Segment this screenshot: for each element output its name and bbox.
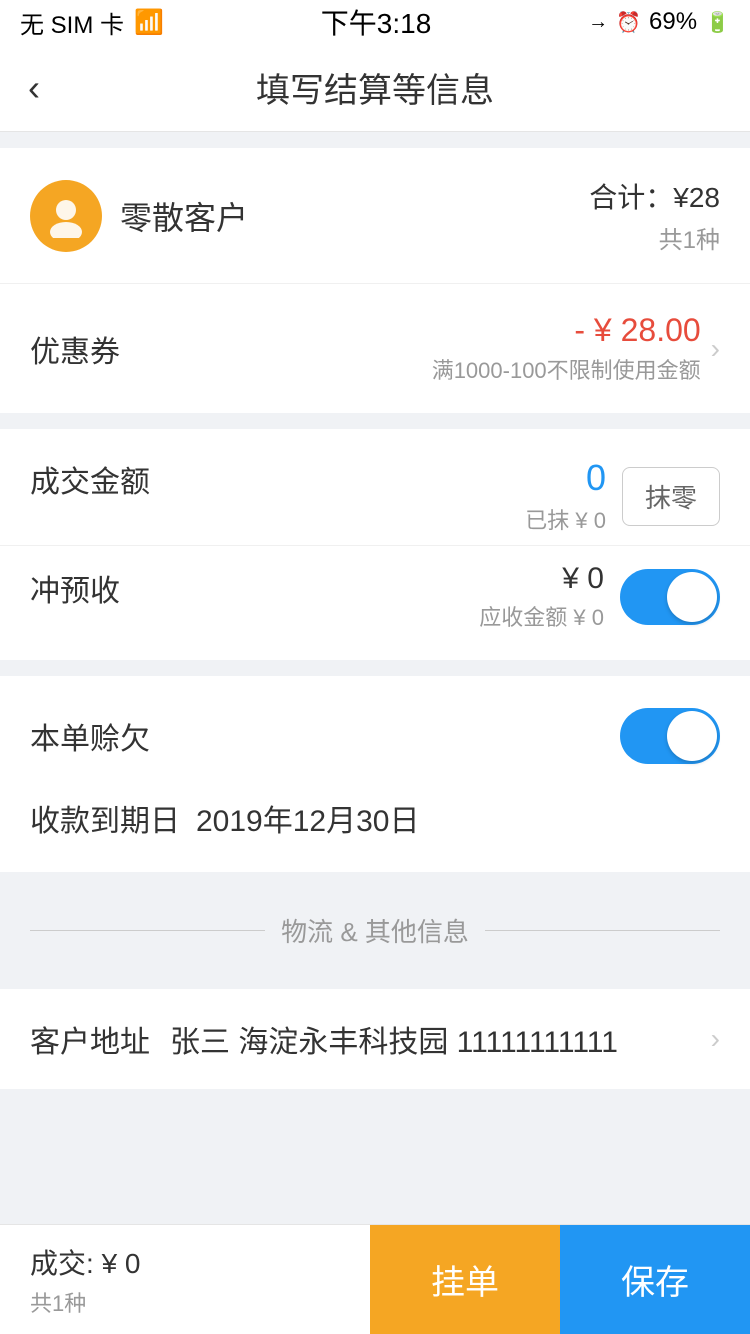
prepay-row: 冲预收 ¥ 0 应收金额 ¥ 0 <box>0 545 750 660</box>
battery-icon: 🔋 <box>705 10 730 35</box>
location-icon: → <box>588 11 608 34</box>
toggle-knob <box>667 572 717 622</box>
customer-section: 零散客户 合计：¥28 共1种 优惠券 - ¥ 28.00 满1000-100不… <box>0 148 750 413</box>
logistics-section: 物流 & 其他信息 <box>0 888 750 973</box>
amount-number: 0 <box>525 457 606 499</box>
bottom-count: 共1种 <box>30 1286 340 1318</box>
prepay-label: 冲预收 <box>30 562 120 610</box>
debt-toggle-knob <box>667 711 717 761</box>
amount-right: 0 已抹 ¥ 0 抹零 <box>525 457 720 535</box>
prepay-amount: ¥ 0 <box>479 562 604 596</box>
back-button[interactable]: ‹ <box>28 67 40 109</box>
address-label: 客户地址 <box>30 1017 150 1061</box>
deal-value: ¥ 0 <box>102 1248 141 1279</box>
coupon-value: - ¥ 28.00 满1000-100不限制使用金额 <box>432 312 701 385</box>
coupon-label: 优惠券 <box>30 327 120 371</box>
logistics-label: 物流 & 其他信息 <box>281 912 469 949</box>
due-date-label: 收款到期日 <box>30 796 180 840</box>
prepay-right: ¥ 0 应收金额 ¥ 0 <box>479 562 720 632</box>
customer-total: 合计：¥28 共1种 <box>589 176 720 255</box>
avatar <box>30 180 102 252</box>
prepay-value-wrap: ¥ 0 应收金额 ¥ 0 <box>479 562 604 632</box>
amount-sub: 已抹 ¥ 0 <box>525 503 606 535</box>
due-date-value: 2019年12月30日 <box>196 796 419 840</box>
debt-label: 本单赊欠 <box>30 714 150 758</box>
coupon-chevron-icon: › <box>711 333 720 365</box>
amount-section: 成交金额 0 已抹 ¥ 0 抹零 冲预收 ¥ 0 应收金额 ¥ 0 <box>0 429 750 660</box>
debt-toggle[interactable] <box>620 708 720 764</box>
debt-row: 本单赊欠 <box>0 676 750 796</box>
carrier-text: 无 SIM 卡 <box>20 5 124 40</box>
alarm-icon: ⏰ <box>616 10 641 35</box>
page-title: 填写结算等信息 <box>256 63 494 112</box>
wifi-icon: 📶 <box>134 8 164 37</box>
amount-label: 成交金额 <box>30 457 150 501</box>
battery-text: 69% <box>649 8 697 36</box>
status-left: 无 SIM 卡 📶 <box>20 5 164 40</box>
round-button[interactable]: 抹零 <box>622 467 720 526</box>
address-value: 张三 海淀永丰科技园 11111111111 <box>170 1017 711 1061</box>
coupon-desc: 满1000-100不限制使用金额 <box>432 353 701 385</box>
coupon-row[interactable]: 优惠券 - ¥ 28.00 满1000-100不限制使用金额 › <box>0 283 750 413</box>
bottom-deal: 成交: ¥ 0 <box>30 1242 340 1282</box>
debt-section: 本单赊欠 收款到期日 2019年12月30日 <box>0 676 750 872</box>
coupon-amount: - ¥ 28.00 <box>432 312 701 349</box>
prepay-toggle[interactable] <box>620 569 720 625</box>
status-right: → ⏰ 69% 🔋 <box>588 8 730 36</box>
avatar-icon <box>44 194 88 238</box>
divider-line-left <box>30 930 265 931</box>
customer-row: 零散客户 合计：¥28 共1种 <box>0 148 750 283</box>
bottom-bar: 成交: ¥ 0 共1种 挂单 保存 <box>0 1224 750 1334</box>
due-date-row: 收款到期日 2019年12月30日 <box>0 796 750 872</box>
bottom-info: 成交: ¥ 0 共1种 <box>0 1225 370 1334</box>
save-button[interactable]: 保存 <box>560 1225 750 1334</box>
total-count: 共1种 <box>589 220 720 255</box>
customer-left: 零散客户 <box>30 180 248 252</box>
amount-value-wrap: 0 已抹 ¥ 0 <box>525 457 606 535</box>
address-section: 客户地址 张三 海淀永丰科技园 11111111111 › <box>0 989 750 1089</box>
hang-button[interactable]: 挂单 <box>370 1225 560 1334</box>
prepay-sub: 应收金额 ¥ 0 <box>479 600 604 632</box>
status-bar: 无 SIM 卡 📶 下午3:18 → ⏰ 69% 🔋 <box>0 0 750 44</box>
deal-label: 成交: <box>30 1248 94 1279</box>
total-amount: 合计：¥28 <box>589 176 720 216</box>
coupon-right: - ¥ 28.00 满1000-100不限制使用金额 › <box>432 312 720 385</box>
nav-bar: ‹ 填写结算等信息 <box>0 44 750 132</box>
logistics-divider: 物流 & 其他信息 <box>0 888 750 973</box>
amount-row: 成交金额 0 已抹 ¥ 0 抹零 <box>0 429 750 545</box>
address-chevron-icon: › <box>711 1023 720 1055</box>
address-row[interactable]: 客户地址 张三 海淀永丰科技园 11111111111 › <box>0 989 750 1089</box>
status-time: 下午3:18 <box>321 2 432 42</box>
customer-name: 零散客户 <box>120 193 248 239</box>
divider-line-right <box>485 930 720 931</box>
